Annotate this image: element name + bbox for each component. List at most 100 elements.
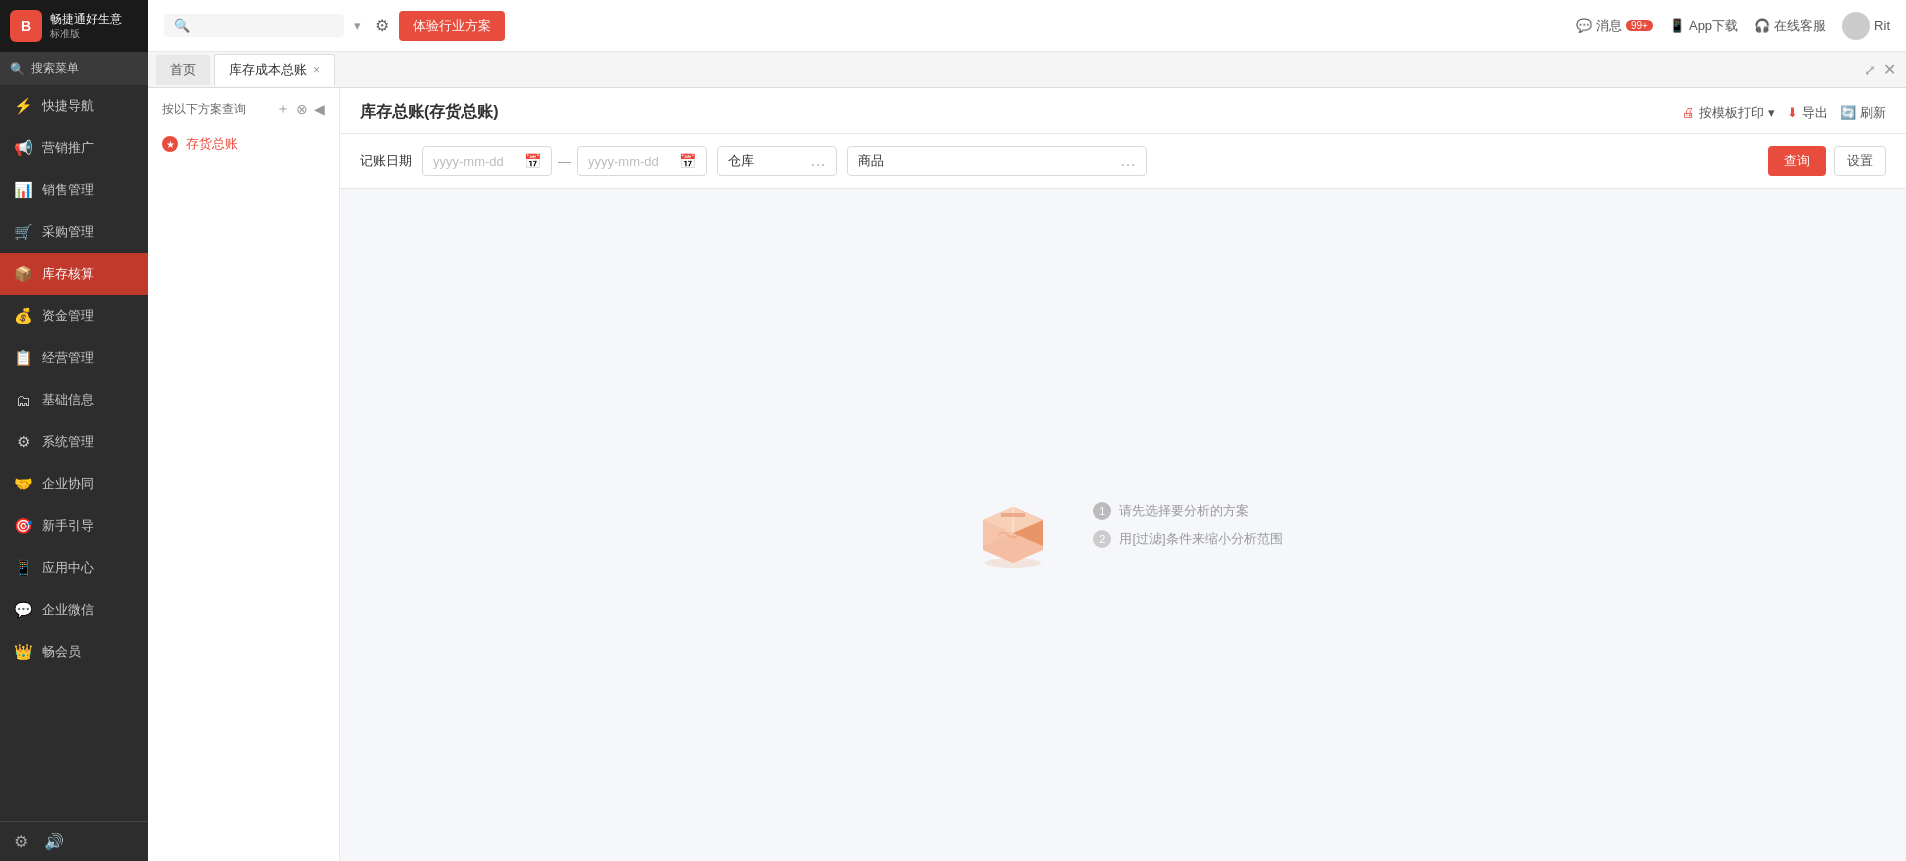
sidebar-item-purchase[interactable]: 🛒 采购管理 <box>0 211 148 253</box>
newuser-icon: 🎯 <box>14 517 32 535</box>
scheme-item-inventory-ledger[interactable]: ★ 存货总账 <box>148 126 339 162</box>
finance-icon: 💰 <box>14 307 32 325</box>
sidebar-nav: ⚡ 快捷导航 📢 营销推广 📊 销售管理 🛒 采购管理 📦 库存核算 💰 资金管… <box>0 85 148 821</box>
date-range-group: yyyy-mm-dd 📅 — yyyy-mm-dd 📅 <box>422 146 707 176</box>
tip-num-1: 1 <box>1093 502 1111 520</box>
calendar-to-icon: 📅 <box>679 153 696 169</box>
topbar-search-icon: 🔍 <box>174 18 190 33</box>
sidebar-item-operations[interactable]: 📋 经营管理 <box>0 337 148 379</box>
sidebar-item-finance[interactable]: 💰 资金管理 <box>0 295 148 337</box>
empty-illustration <box>963 475 1063 575</box>
purchase-icon: 🛒 <box>14 223 32 241</box>
add-scheme-icon[interactable]: ＋ <box>276 100 290 118</box>
tip-num-2: 2 <box>1093 530 1111 548</box>
content-area: 按以下方案查询 ＋ ⊗ ◀ ★ 存货总账 库存总账(存货总账) 🖨 <box>148 88 1906 861</box>
date-separator: — <box>558 154 571 169</box>
sidebar-item-appcenter[interactable]: 📱 应用中心 <box>0 547 148 589</box>
refresh-icon: 🔄 <box>1840 105 1856 120</box>
topbar-dropdown-icon[interactable]: ▾ <box>354 18 361 33</box>
filter-bar: 记账日期 yyyy-mm-dd 📅 — yyyy-mm-dd 📅 仓库 … <box>340 134 1906 189</box>
online-support-btn[interactable]: 🎧 在线客服 <box>1754 17 1826 35</box>
print-btn[interactable]: 🖨 按模板打印 ▾ <box>1682 104 1775 122</box>
search-icon: 🔍 <box>10 62 25 76</box>
tab-close-icon[interactable]: × <box>313 63 320 77</box>
tab-inventory-ledger[interactable]: 库存成本总账 × <box>214 54 335 86</box>
topbar-settings-icon[interactable]: ⚙ <box>375 16 389 35</box>
date-to-placeholder: yyyy-mm-dd <box>588 154 659 169</box>
appcenter-icon: 📱 <box>14 559 32 577</box>
sidebar: B 畅捷通好生意 标准版 🔍 搜索菜单 ⚡ 快捷导航 📢 营销推广 📊 销售管理… <box>0 0 148 861</box>
operations-icon: 📋 <box>14 349 32 367</box>
inventory-icon: 📦 <box>14 265 32 283</box>
user-avatar <box>1842 12 1870 40</box>
sidebar-item-basic[interactable]: 🗂 基础信息 <box>0 379 148 421</box>
left-panel: 按以下方案查询 ＋ ⊗ ◀ ★ 存货总账 <box>148 88 340 861</box>
empty-state: 1 请先选择要分析的方案 2 用[过滤]条件来缩小分析范围 <box>963 475 1282 575</box>
app-download-btn[interactable]: 📱 App下载 <box>1669 17 1738 35</box>
topbar-right: 💬 消息 99+ 📱 App下载 🎧 在线客服 Rit <box>1576 12 1890 40</box>
download-icon: 📱 <box>1669 18 1685 33</box>
sound-footer-icon[interactable]: 🔊 <box>44 832 64 851</box>
basic-icon: 🗂 <box>14 392 32 409</box>
page-title: 库存总账(存货总账) <box>360 102 499 123</box>
data-area: 1 请先选择要分析的方案 2 用[过滤]条件来缩小分析范围 <box>340 189 1906 861</box>
settings-footer-icon[interactable]: ⚙ <box>14 832 28 851</box>
messages-btn[interactable]: 💬 消息 99+ <box>1576 17 1653 35</box>
refresh-btn[interactable]: 🔄 刷新 <box>1840 104 1886 122</box>
left-panel-header: 按以下方案查询 ＋ ⊗ ◀ <box>148 88 339 126</box>
sidebar-logo: B 畅捷通好生意 标准版 <box>0 0 148 52</box>
sidebar-item-vip[interactable]: 👑 畅会员 <box>0 631 148 673</box>
warehouse-filter[interactable]: 仓库 … <box>717 146 837 176</box>
sidebar-item-quick-nav[interactable]: ⚡ 快捷导航 <box>0 85 148 127</box>
calendar-from-icon: 📅 <box>524 153 541 169</box>
quick-nav-icon: ⚡ <box>14 97 32 115</box>
marketing-icon: 📢 <box>14 139 32 157</box>
date-to-input[interactable]: yyyy-mm-dd 📅 <box>577 146 707 176</box>
print-dropdown-icon[interactable]: ▾ <box>1768 105 1775 120</box>
sidebar-item-inventory[interactable]: 📦 库存核算 <box>0 253 148 295</box>
app-logo-icon: B <box>10 10 42 42</box>
date-from-input[interactable]: yyyy-mm-dd 📅 <box>422 146 552 176</box>
search-btn[interactable]: 查询 <box>1768 146 1826 176</box>
topbar: 🔍 ▾ ⚙ 体验行业方案 💬 消息 99+ 📱 App下载 🎧 在线客服 Rit <box>148 0 1906 52</box>
resize-icon[interactable]: ⤢ <box>1864 62 1876 78</box>
filter-actions: 查询 设置 <box>1768 146 1886 176</box>
svg-marker-6 <box>1001 513 1025 517</box>
sidebar-item-newuser[interactable]: 🎯 新手引导 <box>0 505 148 547</box>
scheme-dot: ★ <box>162 136 178 152</box>
tab-home[interactable]: 首页 <box>156 55 210 85</box>
message-icon: 💬 <box>1576 18 1592 33</box>
app-name: 畅捷通好生意 标准版 <box>50 12 122 41</box>
sidebar-item-wecom[interactable]: 💬 企业微信 <box>0 589 148 631</box>
user-menu[interactable]: Rit <box>1842 12 1890 40</box>
topbar-search[interactable]: 🔍 <box>164 14 344 37</box>
close-all-tabs-icon[interactable]: ✕ <box>1883 60 1896 79</box>
export-icon: ⬇ <box>1787 105 1798 120</box>
product-filter[interactable]: 商品 … <box>847 146 1147 176</box>
date-from-placeholder: yyyy-mm-dd <box>433 154 504 169</box>
page-header-actions: 🖨 按模板打印 ▾ ⬇ 导出 🔄 刷新 <box>1682 104 1886 122</box>
vip-icon: 👑 <box>14 643 32 661</box>
cooperation-icon: 🤝 <box>14 475 32 493</box>
sidebar-item-cooperation[interactable]: 🤝 企业协同 <box>0 463 148 505</box>
page-header: 库存总账(存货总账) 🖨 按模板打印 ▾ ⬇ 导出 🔄 刷新 <box>340 88 1906 134</box>
empty-tip-2: 2 用[过滤]条件来缩小分析范围 <box>1093 530 1282 548</box>
sidebar-search[interactable]: 🔍 搜索菜单 <box>0 52 148 85</box>
collapse-panel-icon[interactable]: ◀ <box>314 101 325 117</box>
product-more-icon: … <box>1120 152 1136 170</box>
left-panel-icons: ＋ ⊗ ◀ <box>276 100 325 118</box>
delete-scheme-icon[interactable]: ⊗ <box>296 101 308 117</box>
export-btn[interactable]: ⬇ 导出 <box>1787 104 1828 122</box>
industry-btn[interactable]: 体验行业方案 <box>399 11 505 41</box>
wecom-icon: 💬 <box>14 601 32 619</box>
sidebar-item-system[interactable]: ⚙ 系统管理 <box>0 421 148 463</box>
sidebar-item-sales[interactable]: 📊 销售管理 <box>0 169 148 211</box>
support-icon: 🎧 <box>1754 18 1770 33</box>
sidebar-footer: ⚙ 🔊 <box>0 821 148 861</box>
sidebar-item-marketing[interactable]: 📢 营销推广 <box>0 127 148 169</box>
system-icon: ⚙ <box>14 433 32 451</box>
filter-settings-btn[interactable]: 设置 <box>1834 146 1886 176</box>
empty-tips: 1 请先选择要分析的方案 2 用[过滤]条件来缩小分析范围 <box>1093 502 1282 548</box>
sales-icon: 📊 <box>14 181 32 199</box>
right-panel: 库存总账(存货总账) 🖨 按模板打印 ▾ ⬇ 导出 🔄 刷新 <box>340 88 1906 861</box>
